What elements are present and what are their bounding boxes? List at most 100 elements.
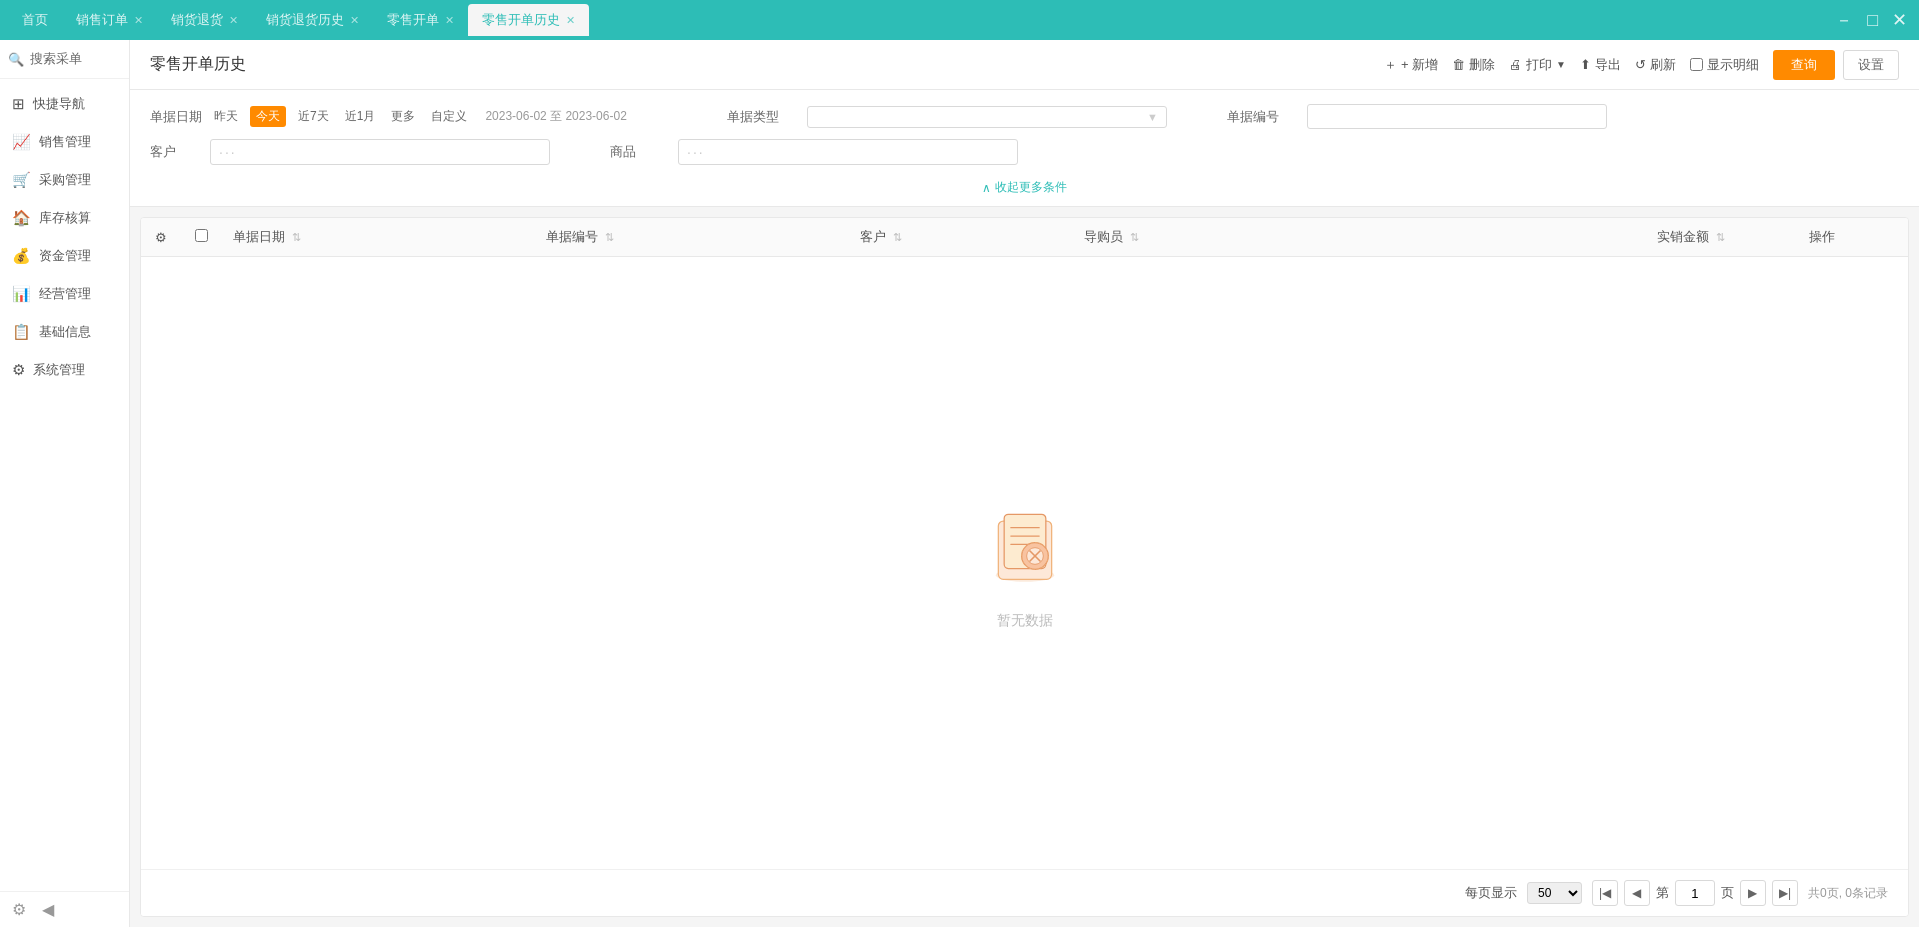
show-detail-checkbox[interactable]: 显示明细 — [1690, 56, 1759, 74]
add-button[interactable]: ＋ + 新增 — [1384, 56, 1438, 74]
empty-state: 暂无数据 — [141, 257, 1908, 869]
sidebar-collapse-icon[interactable]: ◀ — [42, 900, 54, 919]
page-size-label: 每页显示 — [1465, 884, 1517, 902]
print-dropdown-icon: ▼ — [1556, 59, 1566, 70]
sidebar-settings-icon[interactable]: ⚙ — [12, 900, 26, 919]
date-btn-today[interactable]: 今天 — [250, 106, 286, 127]
sort-icon-number[interactable]: ⇅ — [605, 231, 614, 243]
sidebar-label: 资金管理 — [39, 247, 91, 265]
page-suffix: 页 — [1721, 884, 1734, 902]
maximize-button[interactable]: □ — [1867, 10, 1878, 31]
quick-nav-icon: ⊞ — [12, 95, 25, 113]
export-button[interactable]: ⬆ 导出 — [1580, 56, 1621, 74]
collapse-button[interactable]: ∧ 收起更多条件 — [982, 179, 1067, 196]
delete-button[interactable]: 🗑 删除 — [1452, 56, 1495, 74]
date-btn-yesterday[interactable]: 昨天 — [210, 106, 242, 127]
sort-icon-date[interactable]: ⇅ — [292, 231, 301, 243]
select-all-checkbox[interactable] — [195, 229, 208, 242]
close-icon[interactable]: ✕ — [350, 15, 359, 26]
refresh-icon: ↺ — [1635, 57, 1646, 72]
close-icon[interactable]: ✕ — [445, 15, 454, 26]
date-btn-last-month[interactable]: 近1月 — [341, 106, 380, 127]
close-icon[interactable]: ✕ — [229, 15, 238, 26]
system-mgmt-icon: ⚙ — [12, 361, 25, 379]
delete-icon: 🗑 — [1452, 57, 1465, 72]
sidebar-label: 经营管理 — [39, 285, 91, 303]
page-nav: |◀ ◀ 第 页 ▶ ▶| — [1592, 880, 1798, 906]
pagination-bar: 每页显示 50 10 20 100 |◀ ◀ 第 页 ▶ ▶| 共0页, 0条记… — [141, 869, 1908, 916]
collapse-icon: ∧ — [982, 181, 991, 195]
doc-type-dropdown[interactable]: ▼ — [807, 106, 1167, 128]
sidebar-bottom: ⚙ ◀ — [0, 891, 129, 927]
sidebar-item-sales-mgmt[interactable]: 📈 销售管理 — [0, 123, 129, 161]
tab-sales-order[interactable]: 销售订单 ✕ — [62, 4, 157, 36]
first-page-button[interactable]: |◀ — [1592, 880, 1618, 906]
page-title: 零售开单历史 — [150, 54, 246, 75]
base-info-icon: 📋 — [12, 323, 31, 341]
customer-select[interactable]: ··· — [210, 139, 550, 165]
header-actions: ＋ + 新增 🗑 删除 🖨 打印 ▼ ⬆ 导出 ↺ — [1384, 50, 1899, 80]
col-salesperson: 导购员 ⇅ — [1072, 218, 1341, 257]
next-page-button[interactable]: ▶ — [1740, 880, 1766, 906]
tab-sales-return[interactable]: 销货退货 ✕ — [157, 4, 252, 36]
sidebar-item-operations[interactable]: 📊 经营管理 — [0, 275, 129, 313]
tab-retail-open[interactable]: 零售开单 ✕ — [373, 4, 468, 36]
sidebar-item-quick-nav[interactable]: ⊞ 快捷导航 — [0, 85, 129, 123]
sidebar-item-inventory[interactable]: 🏠 库存核算 — [0, 199, 129, 237]
tab-retail-history[interactable]: 零售开单历史 ✕ — [468, 4, 589, 36]
col-ops: 操作 — [1737, 218, 1908, 257]
inventory-icon: 🏠 — [12, 209, 31, 227]
sidebar-label: 基础信息 — [39, 323, 91, 341]
sales-mgmt-icon: 📈 — [12, 133, 31, 151]
close-icon[interactable]: ✕ — [566, 15, 575, 26]
show-detail-input[interactable] — [1690, 58, 1703, 71]
date-btn-more[interactable]: 更多 — [387, 106, 419, 127]
page-input[interactable] — [1675, 880, 1715, 906]
date-btn-custom[interactable]: 自定义 — [427, 106, 471, 127]
empty-text: 暂无数据 — [997, 612, 1053, 630]
page-total: 共0页, 0条记录 — [1808, 885, 1888, 902]
last-page-button[interactable]: ▶| — [1772, 880, 1798, 906]
setting-button[interactable]: 设置 — [1843, 50, 1899, 80]
tab-sales-return-history[interactable]: 销货退货历史 ✕ — [252, 4, 373, 36]
tab-home[interactable]: 首页 — [8, 4, 62, 36]
main-table: ⚙ 单据日期 ⇅ 单据编号 ⇅ — [141, 218, 1908, 257]
col-empty — [1341, 218, 1423, 257]
page-size-select[interactable]: 50 10 20 100 — [1527, 882, 1582, 904]
col-number: 单据编号 ⇅ — [534, 218, 847, 257]
doc-number-input[interactable] — [1307, 104, 1607, 129]
sort-icon-customer[interactable]: ⇅ — [893, 231, 902, 243]
sort-icon-salesperson[interactable]: ⇅ — [1130, 231, 1139, 243]
close-icon[interactable]: ✕ — [134, 15, 143, 26]
filter-row-2: 客户 ··· 商品 ··· — [150, 139, 1899, 165]
empty-illustration — [975, 496, 1075, 596]
close-button[interactable]: ✕ — [1892, 9, 1907, 31]
sidebar-menu: ⊞ 快捷导航 📈 销售管理 🛒 采购管理 🏠 库存核算 💰 资金管理 📊 — [0, 79, 129, 891]
checkbox-col-header — [181, 218, 221, 257]
column-settings-icon[interactable]: ⚙ — [155, 230, 167, 245]
purchase-mgmt-icon: 🛒 — [12, 171, 31, 189]
product-label: 商品 — [610, 143, 670, 161]
page-label: 第 — [1656, 884, 1669, 902]
sort-icon-amount[interactable]: ⇅ — [1716, 231, 1725, 243]
minimize-button[interactable]: － — [1835, 8, 1853, 32]
date-btn-last7[interactable]: 近7天 — [294, 106, 333, 127]
col-customer: 客户 ⇅ — [848, 218, 1073, 257]
content-area: 零售开单历史 ＋ + 新增 🗑 删除 🖨 打印 ▼ ⬆ 导出 — [130, 40, 1919, 927]
refresh-button[interactable]: ↺ 刷新 — [1635, 56, 1676, 74]
filter-row-1: 单据日期 昨天 今天 近7天 近1月 更多 自定义 2023-06-02 至 2… — [150, 104, 1899, 129]
date-options: 昨天 今天 近7天 近1月 更多 自定义 — [210, 106, 471, 127]
prev-page-button[interactable]: ◀ — [1624, 880, 1650, 906]
product-select[interactable]: ··· — [678, 139, 1018, 165]
sidebar-item-system-mgmt[interactable]: ⚙ 系统管理 — [0, 351, 129, 389]
customer-label: 客户 — [150, 143, 210, 161]
doc-type-label: 单据类型 — [727, 108, 787, 126]
sidebar-item-finance[interactable]: 💰 资金管理 — [0, 237, 129, 275]
sidebar-item-base-info[interactable]: 📋 基础信息 — [0, 313, 129, 351]
query-button[interactable]: 查询 — [1773, 50, 1835, 80]
settings-col-header: ⚙ — [141, 218, 181, 257]
sidebar-item-purchase-mgmt[interactable]: 🛒 采购管理 — [0, 161, 129, 199]
table-header-row: ⚙ 单据日期 ⇅ 单据编号 ⇅ — [141, 218, 1908, 257]
print-button[interactable]: 🖨 打印 ▼ — [1509, 56, 1566, 74]
sidebar-search[interactable]: 🔍 搜索采单 — [0, 40, 129, 79]
